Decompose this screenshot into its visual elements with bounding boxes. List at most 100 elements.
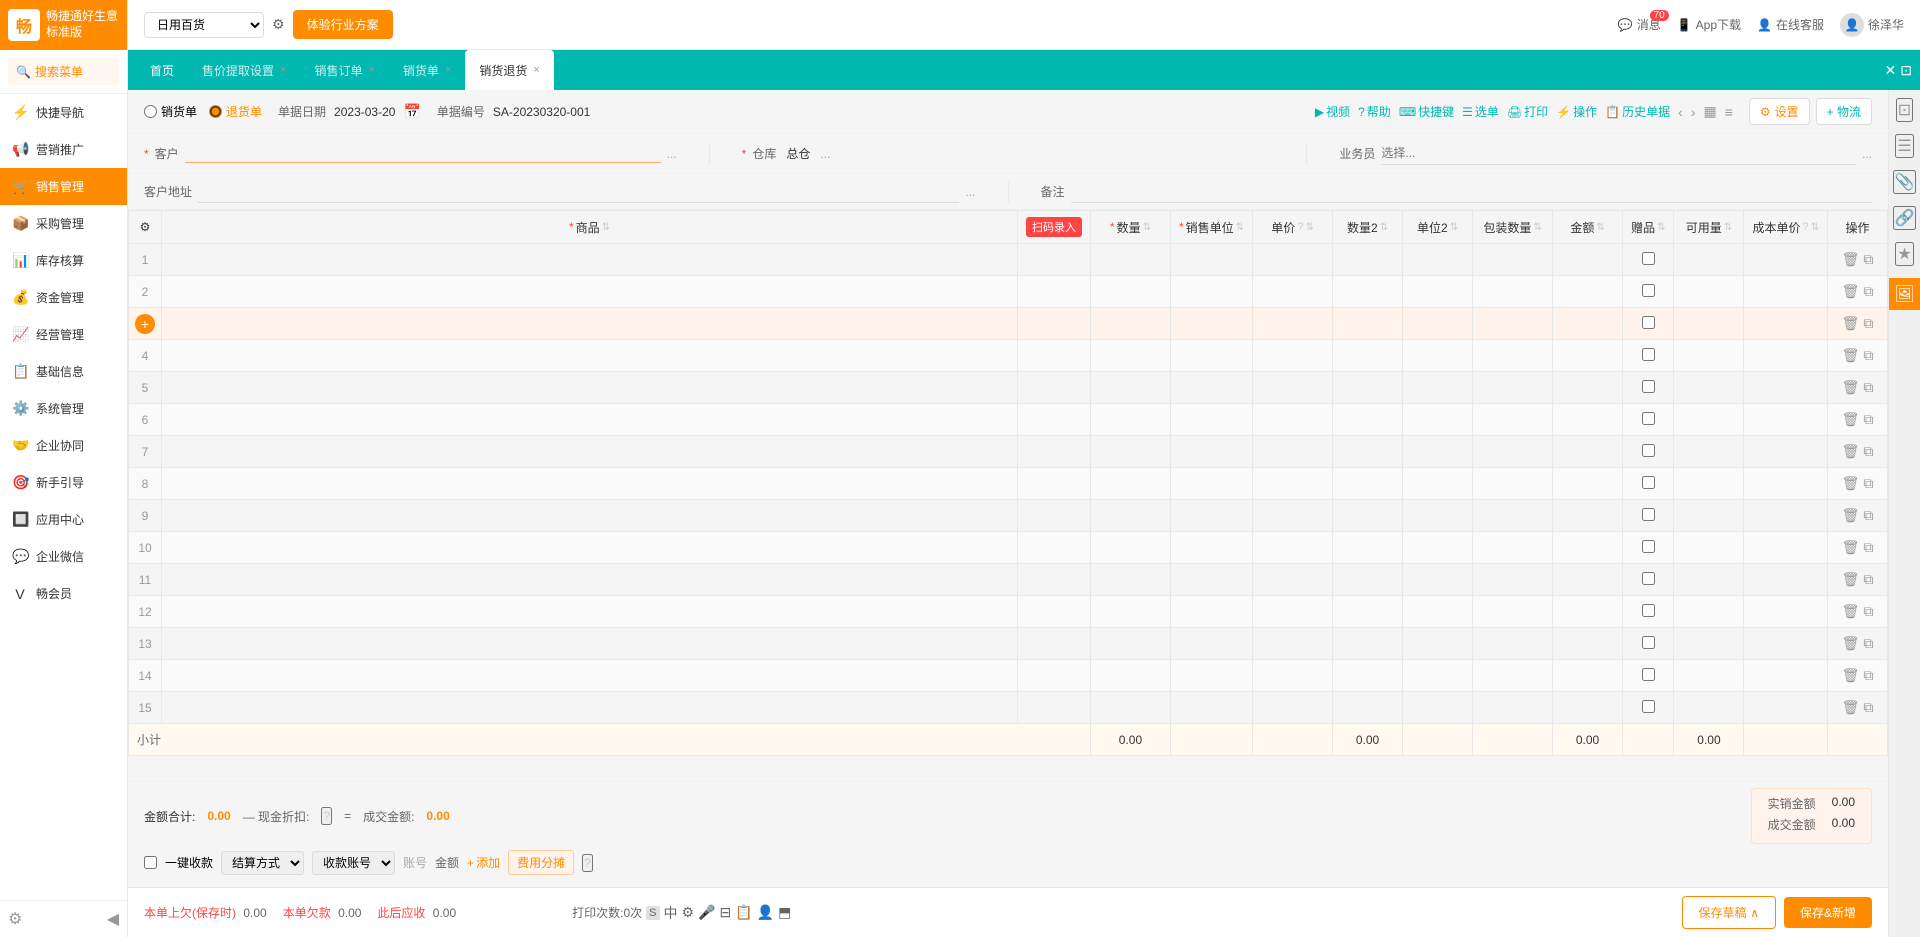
settings-bottom-icon[interactable]: ⚙: [8, 909, 22, 929]
delete-row-btn[interactable]: 🗑: [1842, 699, 1860, 716]
product-cell[interactable]: [162, 244, 1018, 276]
tool-icon-6[interactable]: 📋: [735, 904, 752, 921]
tab-sales-delivery-close[interactable]: ×: [445, 64, 451, 76]
gift-checkbox[interactable]: [1642, 252, 1655, 265]
next-record-btn[interactable]: ›: [1691, 104, 1696, 120]
gift-checkbox[interactable]: [1642, 572, 1655, 585]
sidebar-item-member[interactable]: V 畅会员: [0, 575, 127, 612]
tool-icon-4[interactable]: 🎤: [698, 904, 715, 921]
salesman-dots[interactable]: ...: [1862, 147, 1872, 161]
remark-input[interactable]: [1071, 180, 1872, 203]
breadcrumb-select[interactable]: 日用百货: [144, 12, 264, 38]
gift-checkbox[interactable]: [1642, 380, 1655, 393]
sidebar-item-operations[interactable]: 📈 经营管理: [0, 316, 127, 353]
video-btn[interactable]: ▶ 视频: [1315, 103, 1350, 120]
app-download-btn[interactable]: 📱 App下载: [1677, 16, 1741, 33]
col-pack-sort[interactable]: ⇅: [1533, 222, 1541, 233]
delete-row-btn[interactable]: 🗑: [1842, 347, 1860, 364]
gift-checkbox[interactable]: [1642, 476, 1655, 489]
address-dots[interactable]: ...: [965, 185, 975, 199]
sidebar-item-wechat[interactable]: 💬 企业微信: [0, 538, 127, 575]
delete-row-btn[interactable]: 🗑: [1842, 411, 1860, 428]
settle-method-select[interactable]: 结算方式: [221, 851, 304, 875]
copy-row-btn[interactable]: ⧉: [1863, 411, 1873, 428]
delete-row-btn[interactable]: 🗑: [1842, 603, 1860, 620]
tool-icon-3[interactable]: ⚙: [682, 904, 695, 921]
gift-checkbox[interactable]: [1642, 316, 1655, 329]
delete-row-btn[interactable]: 🗑: [1842, 475, 1860, 492]
help-btn[interactable]: ? 帮助: [1358, 103, 1391, 120]
gift-checkbox[interactable]: [1642, 444, 1655, 457]
add-btn[interactable]: + 添加: [467, 854, 500, 871]
delete-row-btn[interactable]: 🗑: [1842, 283, 1860, 300]
col-price-info[interactable]: ?: [1297, 221, 1303, 233]
col-product-sort[interactable]: ⇅: [602, 222, 610, 233]
tab-sales-delivery[interactable]: 销货单 ×: [389, 50, 465, 90]
copy-row-btn[interactable]: ⧉: [1863, 667, 1873, 684]
logistics-btn[interactable]: + 物流: [1816, 98, 1872, 125]
delete-row-btn[interactable]: 🗑: [1842, 443, 1860, 460]
warehouse-dots[interactable]: ...: [820, 147, 830, 161]
delete-row-btn[interactable]: 🗑: [1842, 667, 1860, 684]
col-settings-icon[interactable]: ⚙: [140, 220, 151, 234]
sidebar-item-purchase-mgmt[interactable]: 📦 采购管理: [0, 205, 127, 242]
header-gear-btn[interactable]: ⚙: [272, 16, 285, 33]
rs-icon-2[interactable]: ☰: [1895, 134, 1913, 158]
trial-btn[interactable]: 体验行业方案: [293, 10, 393, 39]
gift-checkbox[interactable]: [1642, 636, 1655, 649]
radio-sales[interactable]: 销货单: [144, 103, 197, 120]
copy-row-btn[interactable]: ⧉: [1863, 699, 1873, 716]
fee-help-btn[interactable]: ?: [582, 854, 593, 872]
gift-checkbox[interactable]: [1642, 700, 1655, 713]
qty-input[interactable]: [1097, 253, 1164, 267]
salesman-input[interactable]: [1381, 142, 1856, 165]
shortcut-btn[interactable]: ⌨ 快捷键: [1399, 103, 1454, 120]
radio-sales-input[interactable]: [144, 105, 157, 118]
delete-row-btn[interactable]: 🗑: [1842, 539, 1860, 556]
save-draft-btn[interactable]: 保存草稿 ∧: [1682, 896, 1776, 929]
copy-row-btn[interactable]: ⧉: [1863, 603, 1873, 620]
one-click-pay-checkbox[interactable]: [144, 856, 157, 869]
account-num-select[interactable]: 收款账号: [312, 851, 395, 875]
radio-return-input[interactable]: [209, 105, 222, 118]
col-settings-header[interactable]: ⚙: [129, 211, 162, 244]
tab-price-settings[interactable]: 售价提取设置 ×: [188, 50, 300, 90]
scan-btn[interactable]: 扫码录入: [1026, 217, 1082, 237]
close-all-tabs-btn[interactable]: ✕: [1885, 62, 1897, 79]
gift-checkbox[interactable]: [1642, 540, 1655, 553]
copy-row-btn[interactable]: ⧉: [1863, 251, 1873, 268]
user-info[interactable]: 👤 徐泽华: [1840, 13, 1904, 37]
col-amount-sort[interactable]: ⇅: [1596, 222, 1604, 233]
copy-row-btn[interactable]: ⧉: [1863, 347, 1873, 364]
col-qty2-sort[interactable]: ⇅: [1380, 222, 1388, 233]
gift-checkbox[interactable]: [1642, 348, 1655, 361]
rs-icon-1[interactable]: ⊡: [1896, 98, 1913, 122]
gift-checkbox[interactable]: [1642, 284, 1655, 297]
collapse-sidebar-btn[interactable]: ◀: [107, 909, 119, 929]
col-price-sort[interactable]: ⇅: [1305, 222, 1313, 233]
col-available-sort[interactable]: ⇅: [1724, 222, 1732, 233]
col-gift-sort[interactable]: ⇅: [1657, 222, 1665, 233]
copy-row-btn[interactable]: ⧉: [1863, 379, 1873, 396]
calendar-icon[interactable]: 📅: [403, 103, 420, 120]
search-menu-button[interactable]: 🔍 搜索菜单: [8, 58, 119, 85]
rs-icon-3[interactable]: 📎: [1893, 170, 1917, 194]
operation-btn[interactable]: ⚡ 操作: [1556, 103, 1597, 120]
copy-row-btn[interactable]: ⧉: [1863, 315, 1873, 332]
print-btn[interactable]: 🖨 打印: [1507, 103, 1548, 120]
fee-split-btn[interactable]: 费用分摊: [508, 850, 574, 875]
product-input-new[interactable]: [168, 317, 1011, 331]
delete-row-btn[interactable]: 🗑: [1842, 571, 1860, 588]
delete-row-btn[interactable]: 🗑: [1842, 507, 1860, 524]
copy-row-btn[interactable]: ⧉: [1863, 475, 1873, 492]
copy-row-btn[interactable]: ⧉: [1863, 571, 1873, 588]
delete-row-btn[interactable]: 🗑: [1842, 315, 1860, 332]
delete-row-btn[interactable]: 🗑: [1842, 635, 1860, 652]
sidebar-item-inventory[interactable]: 📊 库存核算: [0, 242, 127, 279]
form-settings-btn[interactable]: ⚙ 设置: [1749, 98, 1810, 125]
delete-row-btn[interactable]: 🗑: [1842, 251, 1860, 268]
tab-sales-return-close[interactable]: ×: [533, 64, 539, 76]
messages-btn[interactable]: 💬 消息 70: [1618, 16, 1661, 33]
gift-checkbox[interactable]: [1642, 604, 1655, 617]
gift-checkbox[interactable]: [1642, 508, 1655, 521]
